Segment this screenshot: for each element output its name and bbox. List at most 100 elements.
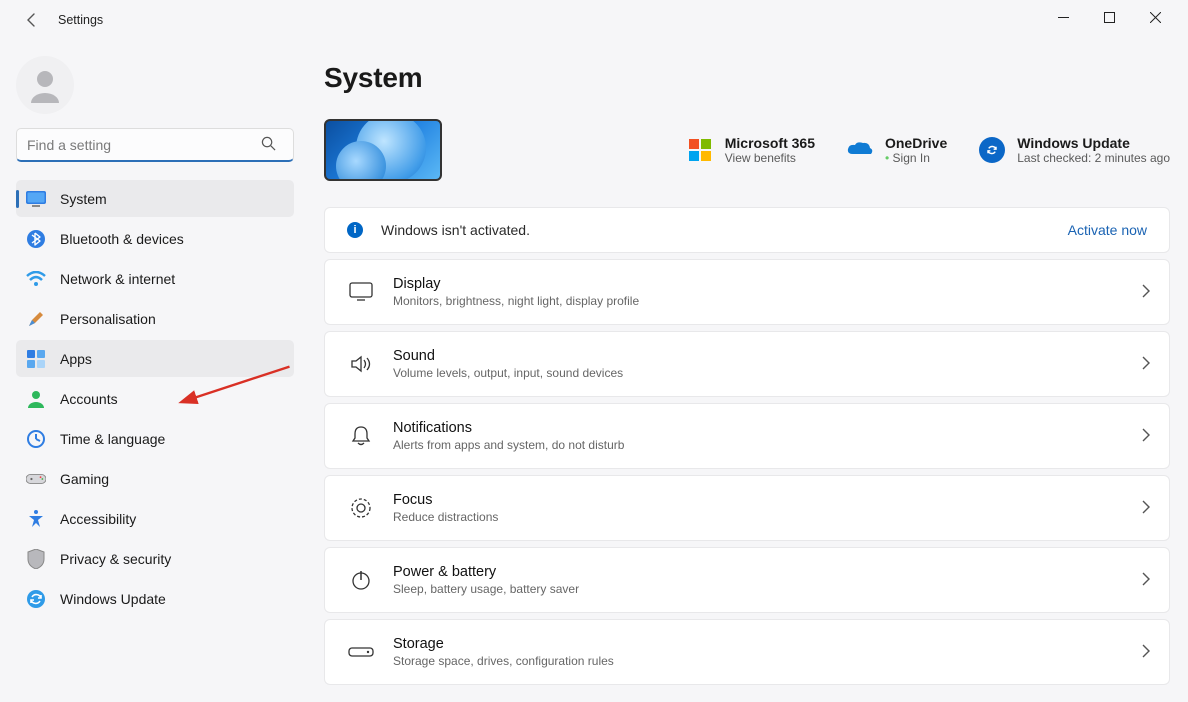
gamepad-icon xyxy=(26,469,46,489)
setting-title: Storage xyxy=(393,636,614,652)
setting-sub: Monitors, brightness, night light, displ… xyxy=(393,294,639,308)
sidebar-item-system[interactable]: System xyxy=(16,180,294,217)
back-button[interactable] xyxy=(18,6,46,34)
chevron-right-icon xyxy=(1141,428,1151,445)
setting-sub: Alerts from apps and system, do not dist… xyxy=(393,438,624,452)
setting-title: Notifications xyxy=(393,420,624,436)
display-icon xyxy=(343,274,379,310)
minimize-icon xyxy=(1058,12,1069,23)
sidebar-item-time-language[interactable]: Time & language xyxy=(16,420,294,457)
search-icon xyxy=(261,136,276,154)
setting-sub: Storage space, drives, configuration rul… xyxy=(393,654,614,668)
account-row[interactable] xyxy=(16,56,298,114)
setting-title: Focus xyxy=(393,492,498,508)
chevron-right-icon xyxy=(1141,284,1151,301)
wifi-icon xyxy=(26,269,46,289)
sidebar-item-gaming[interactable]: Gaming xyxy=(16,460,294,497)
sidebar: System Bluetooth & devices Network & int… xyxy=(0,40,310,702)
sidebar-item-label: Bluetooth & devices xyxy=(60,231,184,247)
setting-sub: Reduce distractions xyxy=(393,510,498,524)
sidebar-item-label: Time & language xyxy=(60,431,165,447)
status-windows-update[interactable]: Windows Update Last checked: 2 minutes a… xyxy=(979,135,1170,165)
close-icon xyxy=(1150,12,1161,23)
chevron-right-icon xyxy=(1141,500,1151,517)
avatar xyxy=(16,56,74,114)
setting-title: Power & battery xyxy=(393,564,579,580)
setting-sub: Volume levels, output, input, sound devi… xyxy=(393,366,623,380)
hero-row: Microsoft 365 View benefits OneDrive Sig… xyxy=(324,119,1170,181)
activate-now-link[interactable]: Activate now xyxy=(1068,222,1147,238)
search-box xyxy=(16,128,298,162)
status-microsoft365[interactable]: Microsoft 365 View benefits xyxy=(687,135,815,165)
status-sub: View benefits xyxy=(725,151,815,165)
bluetooth-icon xyxy=(26,229,46,249)
main-content: System Microsoft 365 View benefits xyxy=(310,40,1188,702)
settings-list: Display Monitors, brightness, night ligh… xyxy=(324,259,1170,685)
user-icon xyxy=(25,65,65,105)
focus-icon xyxy=(343,490,379,526)
info-icon: i xyxy=(347,222,363,238)
microsoft365-icon xyxy=(687,137,713,163)
setting-storage[interactable]: Storage Storage space, drives, configura… xyxy=(324,619,1170,685)
status-title: OneDrive xyxy=(885,135,947,151)
status-sub: Last checked: 2 minutes ago xyxy=(1017,151,1170,165)
clock-globe-icon xyxy=(26,429,46,449)
setting-title: Display xyxy=(393,276,639,292)
sidebar-item-label: Network & internet xyxy=(60,271,175,287)
storage-icon xyxy=(343,634,379,670)
setting-power-battery[interactable]: Power & battery Sleep, battery usage, ba… xyxy=(324,547,1170,613)
monitor-icon xyxy=(26,189,46,209)
sidebar-item-label: Accounts xyxy=(60,391,118,407)
sync-icon xyxy=(26,589,46,609)
power-icon xyxy=(343,562,379,598)
arrow-left-icon xyxy=(24,12,40,28)
maximize-icon xyxy=(1104,12,1115,23)
window-controls xyxy=(1040,7,1178,33)
sidebar-item-privacy[interactable]: Privacy & security xyxy=(16,540,294,577)
setting-focus[interactable]: Focus Reduce distractions xyxy=(324,475,1170,541)
status-onedrive[interactable]: OneDrive Sign In xyxy=(847,135,947,165)
sidebar-item-network[interactable]: Network & internet xyxy=(16,260,294,297)
sidebar-item-personalisation[interactable]: Personalisation xyxy=(16,300,294,337)
sidebar-item-accessibility[interactable]: Accessibility xyxy=(16,500,294,537)
status-sub: Sign In xyxy=(885,151,947,165)
setting-sub: Sleep, battery usage, battery saver xyxy=(393,582,579,596)
sound-icon xyxy=(343,346,379,382)
status-title: Microsoft 365 xyxy=(725,135,815,151)
sidebar-item-apps[interactable]: Apps xyxy=(16,340,294,377)
status-title: Windows Update xyxy=(1017,135,1170,151)
desktop-preview[interactable] xyxy=(324,119,442,181)
sidebar-item-label: Apps xyxy=(60,351,92,367)
chevron-right-icon xyxy=(1141,644,1151,661)
activation-message: Windows isn't activated. xyxy=(381,222,530,238)
setting-title: Sound xyxy=(393,348,623,364)
search-input[interactable] xyxy=(16,128,294,162)
app-title: Settings xyxy=(58,13,103,27)
sidebar-item-label: System xyxy=(60,191,107,207)
onedrive-icon xyxy=(847,137,873,163)
sync-icon xyxy=(979,137,1005,163)
sidebar-item-label: Gaming xyxy=(60,471,109,487)
paintbrush-icon xyxy=(26,309,46,329)
page-title: System xyxy=(324,62,1170,94)
minimize-button[interactable] xyxy=(1040,1,1086,33)
bell-icon xyxy=(343,418,379,454)
accessibility-icon xyxy=(26,509,46,529)
setting-sound[interactable]: Sound Volume levels, output, input, soun… xyxy=(324,331,1170,397)
apps-icon xyxy=(26,349,46,369)
sidebar-item-bluetooth[interactable]: Bluetooth & devices xyxy=(16,220,294,257)
chevron-right-icon xyxy=(1141,572,1151,589)
activation-banner: i Windows isn't activated. Activate now xyxy=(324,207,1170,253)
close-button[interactable] xyxy=(1132,1,1178,33)
setting-notifications[interactable]: Notifications Alerts from apps and syste… xyxy=(324,403,1170,469)
chevron-right-icon xyxy=(1141,356,1151,373)
setting-display[interactable]: Display Monitors, brightness, night ligh… xyxy=(324,259,1170,325)
titlebar: Settings xyxy=(0,0,1188,40)
sidebar-item-accounts[interactable]: Accounts xyxy=(16,380,294,417)
sidebar-item-label: Privacy & security xyxy=(60,551,171,567)
sidebar-item-label: Personalisation xyxy=(60,311,156,327)
sidebar-item-label: Accessibility xyxy=(60,511,136,527)
person-icon xyxy=(26,389,46,409)
sidebar-item-windows-update[interactable]: Windows Update xyxy=(16,580,294,617)
maximize-button[interactable] xyxy=(1086,1,1132,33)
